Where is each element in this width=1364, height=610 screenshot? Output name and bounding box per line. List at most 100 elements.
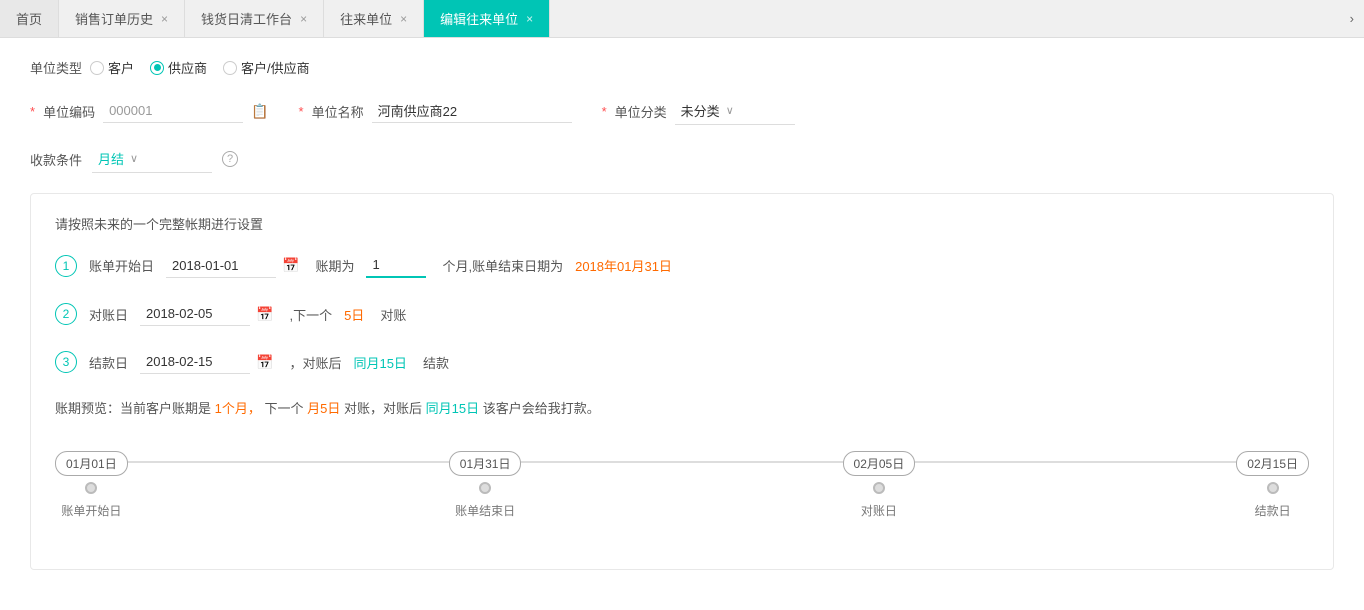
step-3-num: 3 [55,351,77,373]
timeline-nodes: 01月01日 账单开始日 01月31日 账单结束日 02月05日 对账日 02月… [55,451,1309,519]
name-input[interactable] [372,99,572,123]
step-2-calendar-icon[interactable]: 📅 [256,306,273,323]
category-select[interactable]: 未分类 ∨ [675,97,795,125]
unit-type-row: 单位类型 客户 供应商 客户/供应商 [30,58,1334,77]
tab-home[interactable]: 首页 [0,0,59,37]
preview-reconcile-highlight: 月5日 [307,401,340,416]
step-3-suffix-after: 结款 [423,353,449,372]
payment-chevron-icon: ∨ [130,152,138,165]
tab-bar: 首页 销售订单历史 × 钱货日清工作台 × 往来单位 × 编辑往来单位 × › [0,0,1364,38]
tab-partner[interactable]: 往来单位 × [324,0,424,37]
timeline-node-1: 01月31日 账单结束日 [449,451,522,519]
tab-more-button[interactable]: › [1340,0,1364,37]
code-input[interactable] [103,99,243,123]
step-3-date-input[interactable] [140,350,250,374]
timeline-badge-1: 01月31日 [449,451,522,476]
timeline-node-2: 02月05日 对账日 [843,451,916,519]
timeline-sub-0: 账单开始日 [61,502,121,519]
step-1-suffix-middle: 个月,账单结束日期为 [442,256,563,275]
payment-select[interactable]: 月结 ∨ [92,145,212,173]
timeline-node-3: 02月15日 结款日 [1236,451,1309,519]
step-3-date-group: 📅 [140,350,273,374]
step-2-suffix-before: ,下一个 [289,305,332,324]
category-label: 单位分类 [615,102,667,121]
step-2-day-highlight: 5日 [344,305,364,324]
timeline-sub-1: 账单结束日 [455,502,515,519]
category-required-star: * [602,104,607,119]
category-value: 未分类 [681,101,720,120]
step-2-num: 2 [55,303,77,325]
preview-prefix: 账期预览：当前客户账期是 [55,401,211,416]
timeline-sub-2: 对账日 [861,502,897,519]
code-label: 单位编码 [43,102,95,121]
months-input[interactable] [366,253,426,278]
card-section: 请按照未来的一个完整帐期进行设置 1 账单开始日 📅 账期为 个月,账单结束日期… [30,193,1334,570]
tab-edit-partner[interactable]: 编辑往来单位 × [424,0,550,37]
step-2-date-input[interactable] [140,302,250,326]
radio-supplier-label: 供应商 [168,58,207,77]
preview-payment-highlight: 同月15日 [426,401,479,416]
tab-partner-label: 往来单位 [340,9,392,28]
step-1-suffix-before: 账期为 [315,256,354,275]
step-1-label: 账单开始日 [89,256,154,275]
radio-customer-circle [90,61,104,75]
code-group: * 单位编码 📋 [30,99,269,123]
code-name-category-row: * 单位编码 📋 * 单位名称 * 单位分类 未分类 ∨ [30,97,1334,125]
timeline-dot-1 [479,482,491,494]
step-3-calendar-icon[interactable]: 📅 [256,354,273,371]
step-2-row: 2 对账日 📅 ,下一个 5日 对账 [55,302,1309,326]
step-1-date-input[interactable] [166,254,276,278]
preview-suffix: 该客户会给我打款。 [483,401,600,416]
radio-supplier[interactable]: 供应商 [150,58,207,77]
preview-months: 1个月， [215,401,261,416]
code-calendar-icon[interactable]: 📋 [251,103,268,120]
card-instruction: 请按照未来的一个完整帐期进行设置 [55,214,1309,233]
tab-sales-history[interactable]: 销售订单历史 × [59,0,185,37]
tab-home-label: 首页 [16,9,42,28]
step-1-row: 1 账单开始日 📅 账期为 个月,账单结束日期为 2018年01月31日 [55,253,1309,278]
timeline-wrapper: 01月01日 账单开始日 01月31日 账单结束日 02月05日 对账日 02月… [55,441,1309,549]
timeline-badge-2: 02月05日 [843,451,916,476]
radio-supplier-circle [150,61,164,75]
preview-reconcile-suffix: 对账，对账后 [344,401,422,416]
payment-value: 月结 [98,149,124,168]
radio-both-circle [223,61,237,75]
radio-group: 客户 供应商 客户/供应商 [90,58,310,77]
main-content: 单位类型 客户 供应商 客户/供应商 * 单位编码 [0,38,1364,610]
timeline-dot-3 [1267,482,1279,494]
timeline-dot-0 [85,482,97,494]
step-3-label: 结款日 [89,353,128,372]
step-3-day-highlight: 同月15日 [353,353,406,372]
payment-label: 收款条件 [30,150,82,169]
category-chevron-icon: ∨ [726,104,734,117]
close-partner-icon[interactable]: × [400,12,407,26]
timeline-node-0: 01月01日 账单开始日 [55,451,128,519]
step-1-end-date: 2018年01月31日 [575,256,672,275]
tab-edit-partner-label: 编辑往来单位 [440,9,518,28]
radio-customer[interactable]: 客户 [90,58,134,77]
tab-sales-history-label: 销售订单历史 [75,9,153,28]
category-group: * 单位分类 未分类 ∨ [602,97,795,125]
step-2-suffix-after: 对账 [380,305,406,324]
timeline-dot-2 [873,482,885,494]
code-required-star: * [30,104,35,119]
help-text: ? [227,153,233,165]
radio-both[interactable]: 客户/供应商 [223,58,310,77]
tab-cashflow-label: 钱货日清工作台 [201,9,292,28]
timeline-badge-0: 01月01日 [55,451,128,476]
tab-cashflow[interactable]: 钱货日清工作台 × [185,0,324,37]
close-cashflow-icon[interactable]: × [300,12,307,26]
close-sales-history-icon[interactable]: × [161,12,168,26]
tab-more-icon: › [1350,11,1354,26]
step-1-calendar-icon[interactable]: 📅 [282,257,299,274]
close-edit-partner-icon[interactable]: × [526,12,533,26]
radio-both-label: 客户/供应商 [241,58,310,77]
name-required-star: * [299,104,304,119]
radio-customer-label: 客户 [108,58,134,77]
help-icon[interactable]: ? [222,151,238,167]
name-group: * 单位名称 [299,99,572,123]
preview-reconcile-prefix: 下一个 [265,401,304,416]
name-label: 单位名称 [312,102,364,121]
step-3-suffix-before: ，对账后 [289,353,341,372]
timeline-sub-3: 结款日 [1255,502,1291,519]
